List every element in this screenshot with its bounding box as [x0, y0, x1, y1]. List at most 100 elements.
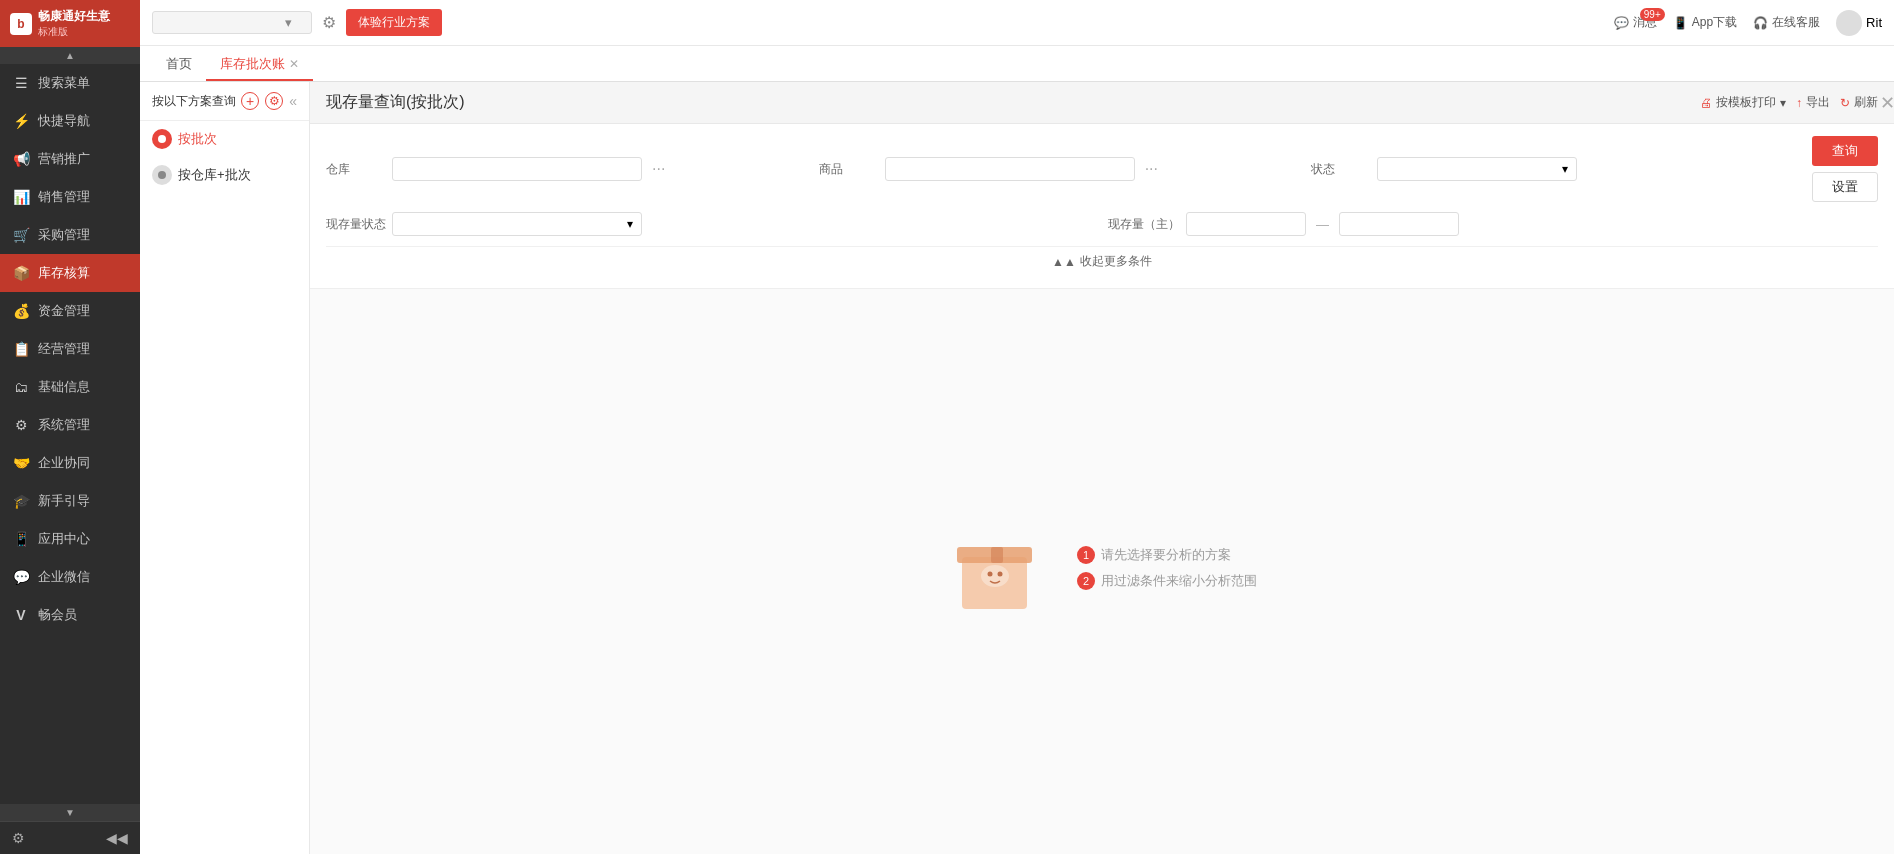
sidebar-item-basic[interactable]: 🗂 基础信息 [0, 368, 140, 406]
sidebar-item-appstore[interactable]: 📱 应用中心 [0, 520, 140, 558]
sidebar: b 畅康通好生意 标准版 ▲ ☰ 搜索菜单 ⚡ 快捷导航 📢 营销推广 📊 销售… [0, 0, 140, 854]
export-button[interactable]: ↑ 导出 [1796, 94, 1830, 111]
tab-bar: 首页 库存批次账 ✕ [140, 46, 1894, 82]
empty-text: 1 请先选择要分析的方案 2 用过滤条件来缩小分析范围 [1077, 546, 1257, 598]
sidebar-item-label: 销售管理 [38, 188, 90, 206]
filter-actions: 查询 设置 [1812, 136, 1878, 202]
sidebar-item-quicknav[interactable]: ⚡ 快捷导航 [0, 102, 140, 140]
plan-item-batch[interactable]: 按批次 [140, 121, 309, 157]
sidebar-item-label: 基础信息 [38, 378, 90, 396]
sidebar-item-label: 资金管理 [38, 302, 90, 320]
messages-button[interactable]: 💬 消息 99+ [1614, 14, 1657, 31]
empty-illustration [947, 522, 1047, 622]
plan-icon-active [152, 129, 172, 149]
filter-row-2: 现存量状态 ▾ 现存量（主） — [326, 212, 1878, 236]
sidebar-item-inventory[interactable]: 📦 库存核算 [0, 254, 140, 292]
settings-footer-icon[interactable]: ⚙ [12, 830, 25, 846]
operations-icon: 📋 [12, 340, 30, 358]
sidebar-item-purchase[interactable]: 🛒 采购管理 [0, 216, 140, 254]
sidebar-item-label: 库存核算 [38, 264, 90, 282]
sidebar-item-label: 搜索菜单 [38, 74, 90, 92]
inventory-qty-filter: 现存量（主） — [1108, 212, 1878, 236]
step-2-num: 2 [1077, 572, 1095, 590]
user-name: Rit [1866, 15, 1882, 30]
inventory-status-select[interactable]: ▾ [392, 212, 642, 236]
phone-icon: 📱 [1673, 16, 1688, 30]
logo-icon: b [10, 13, 32, 35]
plan-label: 按仓库+批次 [178, 166, 251, 184]
sidebar-scroll-down[interactable]: ▼ [0, 804, 140, 821]
sidebar-item-label: 应用中心 [38, 530, 90, 548]
left-panel-title: 按以下方案查询 [152, 93, 236, 110]
sidebar-item-member[interactable]: V 畅会员 [0, 596, 140, 634]
product-input[interactable] [885, 157, 1135, 181]
system-icon: ⚙ [12, 416, 30, 434]
sidebar-item-search[interactable]: ☰ 搜索菜单 [0, 64, 140, 102]
print-icon: 🖨 [1700, 96, 1712, 110]
sidebar-scroll-up[interactable]: ▲ [0, 47, 140, 64]
qty-divider: — [1312, 217, 1333, 232]
user-avatar [1836, 10, 1862, 36]
inventory-qty-from[interactable] [1186, 212, 1306, 236]
inventory-qty-to[interactable] [1339, 212, 1459, 236]
tab-inventory-batch[interactable]: 库存批次账 ✕ [206, 49, 313, 81]
close-panel-icon[interactable]: ✕ [1880, 92, 1894, 114]
sidebar-item-label: 营销推广 [38, 150, 90, 168]
search-dropdown-icon[interactable]: ▾ [281, 15, 296, 30]
query-button[interactable]: 查询 [1812, 136, 1878, 166]
plan-item-warehouse-batch[interactable]: 按仓库+批次 [140, 157, 309, 193]
product-filter: 商品 ··· [819, 157, 1300, 181]
collapse-filter-button[interactable]: ▲▲ 收起更多条件 [326, 246, 1878, 276]
content-area: 按以下方案查询 + ⚙ « 按批次 按仓库+批次 [140, 82, 1894, 854]
user-menu[interactable]: Rit [1836, 10, 1882, 36]
sidebar-item-marketing[interactable]: 📢 营销推广 [0, 140, 140, 178]
sidebar-item-guide[interactable]: 🎓 新手引导 [0, 482, 140, 520]
sidebar-item-system[interactable]: ⚙ 系统管理 [0, 406, 140, 444]
collab-icon: 🤝 [12, 454, 30, 472]
appstore-icon: 📱 [12, 530, 30, 548]
plan-label: 按批次 [178, 130, 217, 148]
collapse-sidebar-icon[interactable]: ◀◀ [106, 830, 128, 846]
tab-inventory-batch-label: 库存批次账 [220, 55, 285, 73]
app-download-button[interactable]: 📱 App下载 [1673, 14, 1737, 31]
main-area: ▾ ⚙ 体验行业方案 💬 消息 99+ 📱 App下载 🎧 在线客服 Rit [140, 0, 1894, 854]
topbar-settings-icon[interactable]: ⚙ [322, 13, 336, 32]
filter-area: 仓库 ··· 商品 ··· 状态 ▾ [310, 124, 1894, 289]
add-plan-button[interactable]: + [241, 92, 259, 110]
sidebar-item-collab[interactable]: 🤝 企业协同 [0, 444, 140, 482]
sidebar-item-sales[interactable]: 📊 销售管理 [0, 178, 140, 216]
tab-home[interactable]: 首页 [152, 49, 206, 81]
status-filter: 状态 ▾ [1311, 157, 1792, 181]
tab-close-icon[interactable]: ✕ [289, 57, 299, 71]
sidebar-item-operations[interactable]: 📋 经营管理 [0, 330, 140, 368]
print-label: 按模板打印 [1716, 94, 1776, 111]
refresh-button[interactable]: ↻ 刷新 [1840, 94, 1878, 111]
status-select[interactable]: ▾ [1377, 157, 1577, 181]
print-dropdown-icon[interactable]: ▾ [1780, 96, 1786, 110]
sidebar-item-label: 新手引导 [38, 492, 90, 510]
plan-settings-button[interactable]: ⚙ [265, 92, 283, 110]
marketing-icon: 📢 [12, 150, 30, 168]
topbar-search-input[interactable] [161, 16, 281, 30]
sidebar-item-label: 快捷导航 [38, 112, 90, 130]
svg-point-0 [158, 135, 166, 143]
page-header: 现存量查询(按批次) 🖨 按模板打印 ▾ ↑ 导出 ↻ 刷新 [310, 82, 1894, 124]
product-more-icon[interactable]: ··· [1141, 160, 1162, 178]
empty-state: 1 请先选择要分析的方案 2 用过滤条件来缩小分析范围 [310, 289, 1894, 854]
topbar-actions: 💬 消息 99+ 📱 App下载 🎧 在线客服 Rit [1614, 10, 1882, 36]
purchase-icon: 🛒 [12, 226, 30, 244]
refresh-icon: ↻ [1840, 96, 1850, 110]
panel-collapse-icon[interactable]: « [289, 93, 297, 109]
warehouse-input[interactable] [392, 157, 642, 181]
print-button[interactable]: 🖨 按模板打印 ▾ [1700, 94, 1786, 111]
sidebar-item-wechat[interactable]: 💬 企业微信 [0, 558, 140, 596]
trial-industry-button[interactable]: 体验行业方案 [346, 9, 442, 36]
topbar-search-box[interactable]: ▾ [152, 11, 312, 34]
sidebar-item-finance[interactable]: 💰 资金管理 [0, 292, 140, 330]
collapse-up-icon: ▲▲ [1052, 255, 1076, 269]
search-menu-icon: ☰ [12, 74, 30, 92]
settings-button[interactable]: 设置 [1812, 172, 1878, 202]
warehouse-more-icon[interactable]: ··· [648, 160, 669, 178]
online-service-button[interactable]: 🎧 在线客服 [1753, 14, 1820, 31]
headset-icon: 🎧 [1753, 16, 1768, 30]
